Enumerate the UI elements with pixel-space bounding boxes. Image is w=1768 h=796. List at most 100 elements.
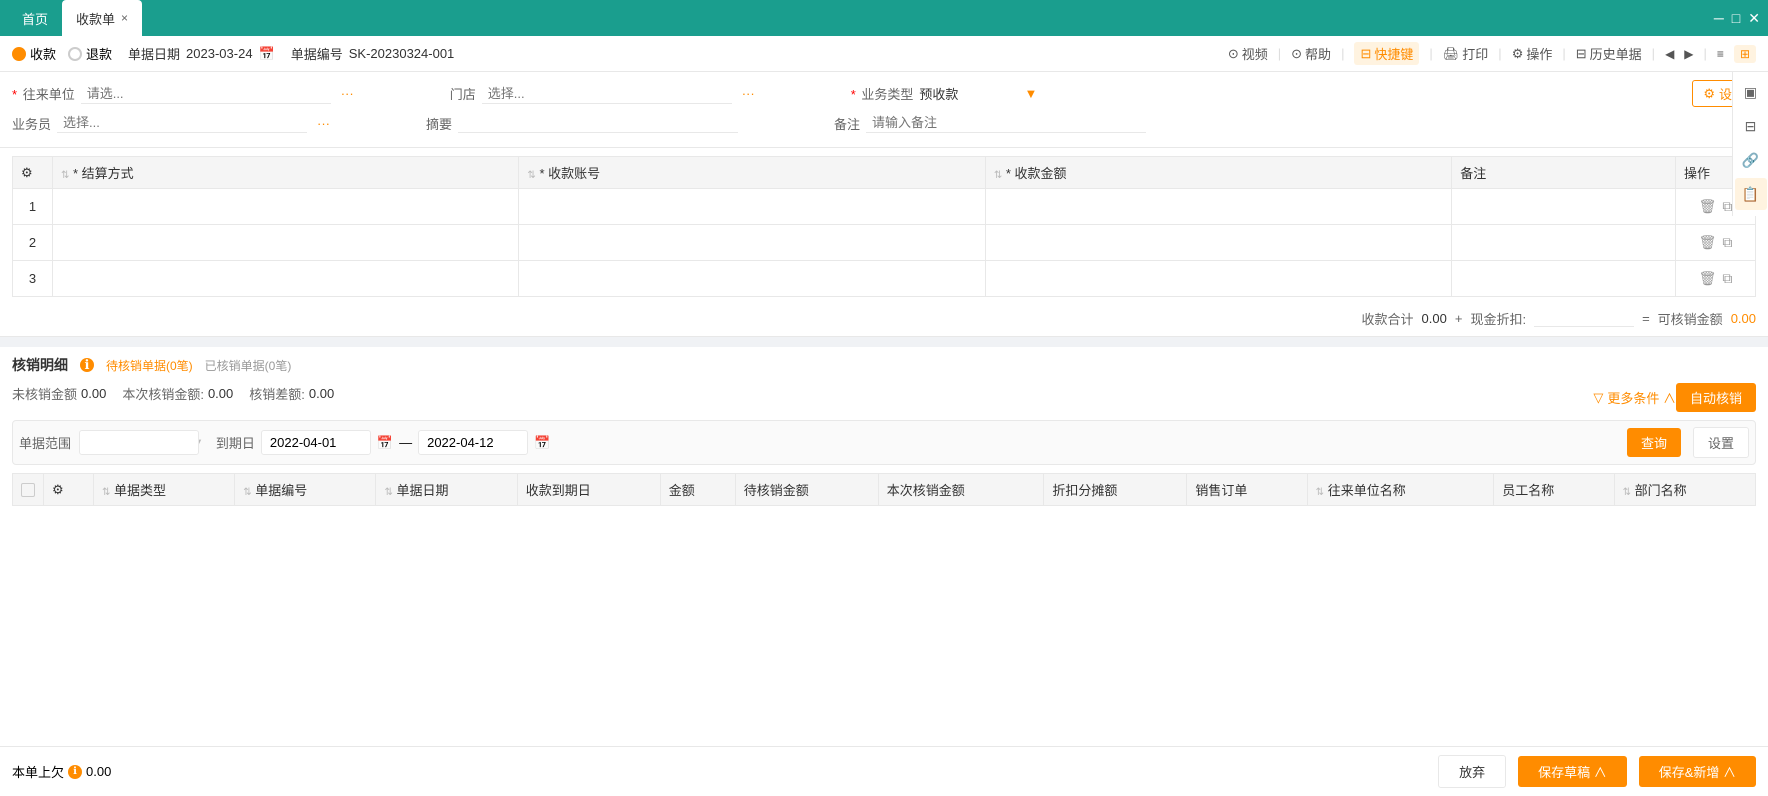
row-amount-3[interactable] (985, 261, 1451, 297)
sidebar-icon-clip[interactable]: 📋 (1735, 178, 1767, 210)
row-pay-method-3[interactable] (53, 261, 519, 297)
th-settings[interactable]: ⚙ (13, 157, 53, 189)
cal-to-icon[interactable]: 📅 (534, 435, 550, 451)
sort-type-icon[interactable]: ⇅ (102, 487, 110, 498)
save-new-button[interactable]: 保存&新增 ∧ (1639, 756, 1756, 787)
available-value: 0.00 (1731, 311, 1756, 326)
sidebar-icon-list[interactable]: ⊟ (1735, 110, 1767, 142)
date-value[interactable]: 2023-03-24 (186, 46, 253, 61)
biz-type-value: 预收款 (919, 84, 958, 103)
store-input[interactable] (482, 84, 732, 104)
video-btn[interactable]: ⊙ 视频 (1228, 44, 1268, 63)
source-unit-input[interactable] (81, 84, 331, 104)
th-checkbox[interactable] (13, 474, 44, 506)
help-btn[interactable]: ⊙ 帮助 (1291, 44, 1331, 63)
table-row: 3 🗑 ⧉ (13, 261, 1756, 297)
select-all-checkbox[interactable] (21, 483, 35, 497)
biz-type-arrow-icon[interactable]: ▼ (1024, 86, 1037, 101)
right-sidebar: ▣ ⊟ 🔗 📋 (1732, 72, 1768, 216)
top-toolbar: 收款 退款 单据日期 2023-03-24 📅 单据编号 SK-20230324… (0, 36, 1768, 72)
detail-settings-btn[interactable]: 设置 (1693, 427, 1749, 458)
sort-no-icon[interactable]: ⇅ (243, 487, 251, 498)
detail-table-wrap: ⚙ ⇅ 单据类型 ⇅ 单据编号 ⇅ 单据日期 (12, 473, 1756, 738)
note-input[interactable] (866, 113, 1146, 133)
discard-button[interactable]: 放弃 (1438, 755, 1506, 788)
help-icon: ⊙ (1291, 46, 1302, 62)
cal-from-icon[interactable]: 📅 (377, 435, 393, 451)
row-note-1[interactable] (1452, 189, 1676, 225)
radio-refund[interactable]: 退款 (68, 44, 112, 63)
row-note-3[interactable] (1452, 261, 1676, 297)
row-note-2[interactable] (1452, 225, 1676, 261)
nav-next-btn[interactable]: ▶ (1684, 47, 1693, 61)
range-select[interactable] (79, 430, 199, 455)
date-range-separator: — (399, 435, 412, 450)
sort-icon-pay[interactable]: ⇅ (61, 170, 69, 181)
discount-input[interactable] (1534, 311, 1634, 327)
sidebar-icon-link[interactable]: 🔗 (1735, 144, 1767, 176)
memo-input[interactable] (458, 113, 738, 133)
sort-dept-icon[interactable]: ⇅ (1623, 487, 1631, 498)
copy-icon-1[interactable]: ⧉ (1722, 198, 1732, 215)
equal-label: = (1642, 311, 1650, 326)
source-unit-more-icon[interactable]: ··· (341, 86, 354, 101)
shortcut-btn[interactable]: ⊟ 快捷键 (1354, 42, 1419, 65)
detail-settings-icon[interactable]: ⚙ (52, 482, 64, 497)
grid-view-icon[interactable]: ⊞ (1734, 45, 1756, 63)
this-verify-value: 0.00 (208, 386, 233, 401)
more-conditions-btn[interactable]: ▽ 更多条件 ∧ (1593, 388, 1676, 407)
table-settings-icon[interactable]: ⚙ (21, 165, 33, 180)
delete-icon-2[interactable]: 🗑 (1699, 234, 1717, 251)
bottom-info-icon[interactable]: ℹ (68, 765, 82, 779)
row-account-no-2[interactable] (519, 225, 985, 261)
row-pay-method-1[interactable] (53, 189, 519, 225)
query-btn[interactable]: 查询 (1627, 428, 1681, 457)
toolbar-actions: ⊙ 视频 | ⊙ 帮助 | ⊟ 快捷键 | 🖨 打印 | ⚙ 操作 (1228, 42, 1756, 65)
history-btn[interactable]: ⊟ 历史单据 (1576, 44, 1642, 63)
radio-collect[interactable]: 收款 (12, 44, 56, 63)
window-min-icon[interactable]: ─ (1714, 10, 1724, 27)
detail-info-icon[interactable]: ℹ (80, 358, 94, 372)
tab-home[interactable]: 首页 (8, 0, 62, 36)
row-account-no-1[interactable] (519, 189, 985, 225)
tab-close-icon[interactable]: × (121, 11, 128, 25)
operation-btn[interactable]: ⚙ 操作 (1512, 44, 1553, 63)
row-amount-2[interactable] (985, 225, 1451, 261)
row-amount-1[interactable] (985, 189, 1451, 225)
th-detail-settings[interactable]: ⚙ (44, 474, 94, 506)
nav-prev-btn[interactable]: ◀ (1665, 47, 1674, 61)
store-more-icon[interactable]: ··· (742, 86, 755, 101)
window-close-icon[interactable]: ✕ (1748, 10, 1760, 27)
plus-label: + (1455, 311, 1463, 326)
date-from-input[interactable] (261, 430, 371, 455)
delete-icon-3[interactable]: 🗑 (1699, 270, 1717, 287)
pending-tab[interactable]: 待核销单据(0笔) (106, 357, 193, 374)
salesman-field: 业务员 ··· (12, 113, 330, 133)
summary-row: 收款合计 0.00 + 现金折扣: = 可核销金额 0.00 (0, 301, 1768, 337)
copy-icon-3[interactable]: ⧉ (1722, 270, 1732, 287)
sort-icon-amount[interactable]: ⇅ (994, 170, 1002, 181)
sort-source-icon[interactable]: ⇅ (1316, 487, 1324, 498)
auto-verify-btn[interactable]: 自动核销 (1676, 383, 1756, 412)
sidebar-icon-table[interactable]: ▣ (1735, 76, 1767, 108)
sort-date-icon[interactable]: ⇅ (384, 487, 392, 498)
row-account-no-3[interactable] (519, 261, 985, 297)
id-value[interactable]: SK-20230324-001 (349, 46, 455, 61)
completed-tab[interactable]: 已核销单据(0笔) (205, 357, 292, 374)
list-view-icon[interactable]: ≡ (1717, 47, 1724, 61)
range-filter: 单据范围 ▼ (19, 430, 204, 455)
copy-icon-2[interactable]: ⧉ (1722, 234, 1732, 251)
window-max-icon[interactable]: □ (1732, 10, 1740, 27)
salesman-more-icon[interactable]: ··· (317, 116, 330, 131)
th-pending-amount: 待核销金额 (735, 474, 878, 506)
date-to-input[interactable] (418, 430, 528, 455)
sort-icon-account[interactable]: ⇅ (527, 170, 535, 181)
tab-receipt[interactable]: 收款单 × (62, 0, 142, 36)
calendar-icon[interactable]: 📅 (259, 46, 275, 62)
print-btn[interactable]: 🖨 打印 (1443, 44, 1489, 63)
video-icon: ⊙ (1228, 46, 1239, 62)
row-pay-method-2[interactable] (53, 225, 519, 261)
delete-icon-1[interactable]: 🗑 (1699, 198, 1717, 215)
salesman-input[interactable] (57, 113, 307, 133)
save-draft-button[interactable]: 保存草稿 ∧ (1518, 756, 1627, 787)
